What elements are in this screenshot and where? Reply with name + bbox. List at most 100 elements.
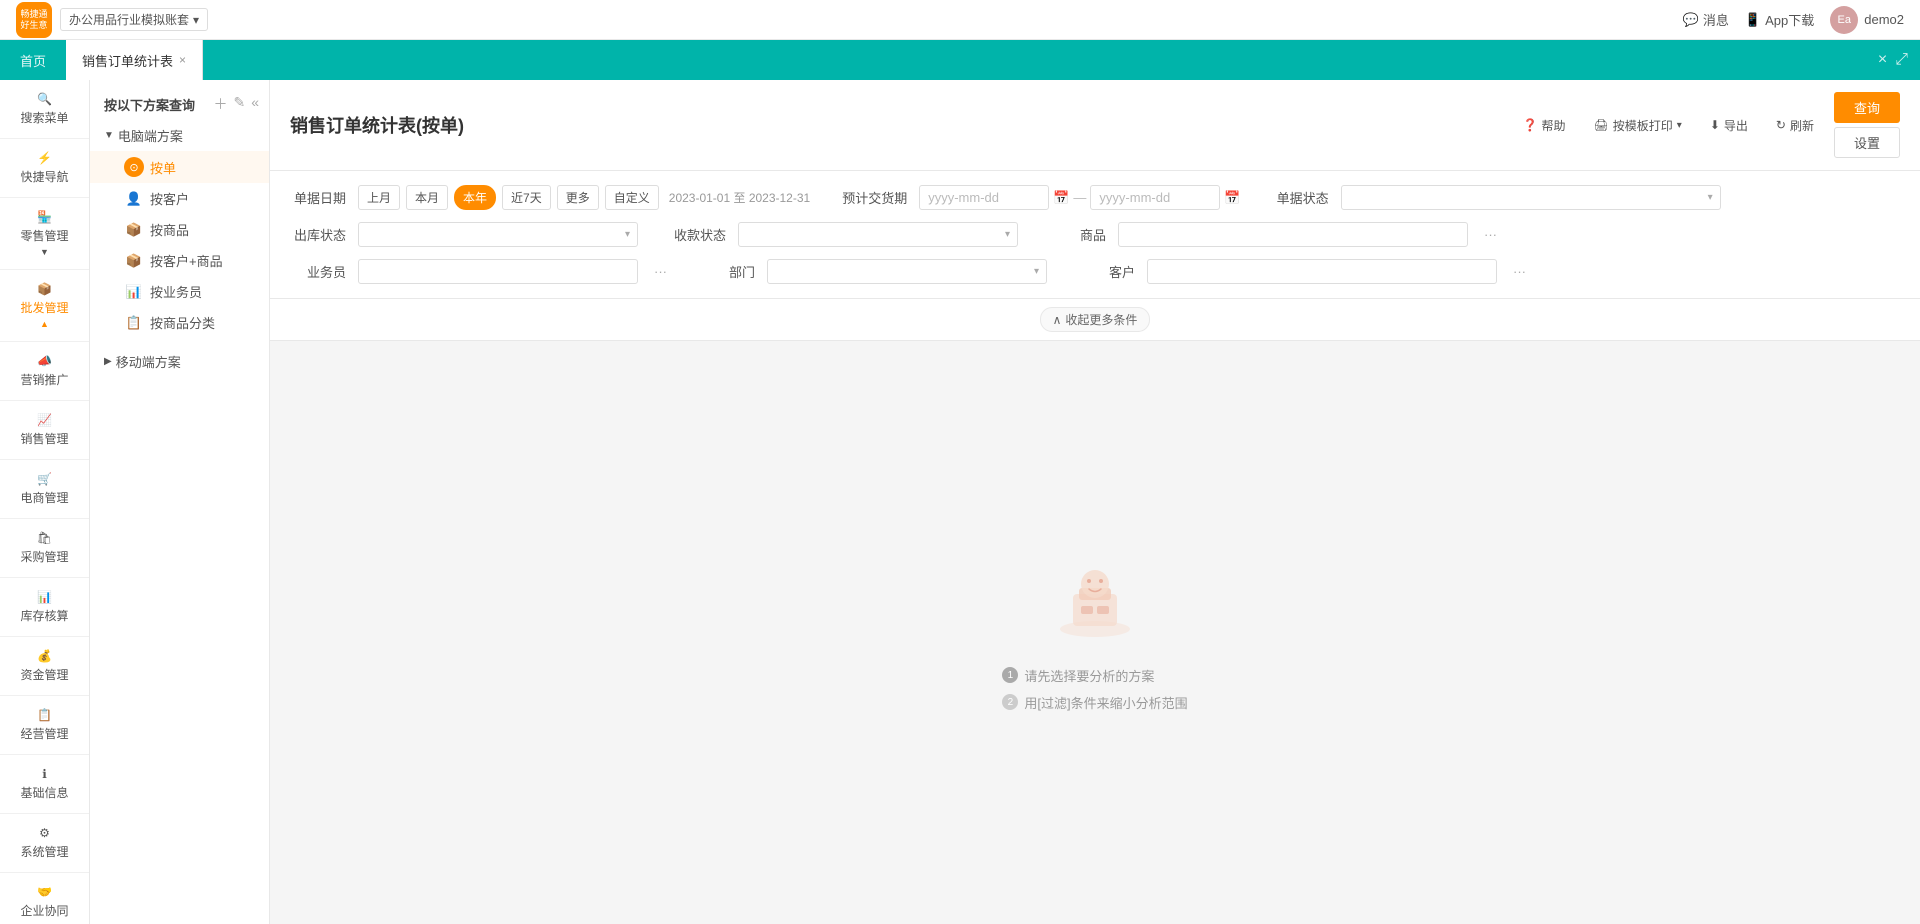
customer-more-icon[interactable]: ··· — [1513, 264, 1526, 279]
sidebar-item-system[interactable]: ⚙ 系统管理 — [0, 814, 89, 873]
salesman-scheme-icon: 📊 — [124, 284, 144, 300]
collapse-row: ∧ 收起更多条件 — [270, 299, 1920, 341]
purchase-label: 采购管理 — [20, 548, 68, 565]
left-panel-icons: ＋ ✎ « — [213, 94, 259, 114]
filter-area: 单据日期 上月 本月 本年 近7天 更多 自定义 2023-01-01 至 20… — [270, 171, 1920, 299]
help-icon: ❓ — [1523, 118, 1538, 132]
message-icon: 💬 — [1683, 12, 1699, 28]
tree-expand-icon: ▼ — [104, 130, 114, 141]
wholesale-label: 批发管理 — [20, 299, 68, 316]
date-filter-label: 单据日期 — [290, 188, 346, 207]
help-btn[interactable]: ❓ 帮助 — [1515, 113, 1574, 138]
help-label: 帮助 — [1542, 117, 1566, 134]
salesman-more-icon[interactable]: ··· — [654, 264, 667, 279]
status-select[interactable] — [1341, 185, 1721, 210]
add-scheme-icon[interactable]: ＋ — [213, 94, 227, 114]
sidebar-item-retail[interactable]: 🏪 零售管理 ▼ — [0, 198, 89, 270]
expected-date-start[interactable] — [919, 185, 1049, 210]
app-download-btn[interactable]: 📱 App下载 — [1745, 10, 1814, 29]
goods-more-icon[interactable]: ··· — [1484, 227, 1497, 242]
date-custom-btn[interactable]: 自定义 — [605, 185, 659, 210]
tab-sales-order[interactable]: 销售订单统计表 × — [66, 40, 203, 80]
window-expand-icon[interactable]: ⤢ — [1895, 51, 1908, 69]
tree-mobile-section[interactable]: ▶ 移动端方案 — [90, 346, 269, 377]
collapse-btn-label: 收起更多条件 — [1065, 311, 1137, 328]
date-7days-btn[interactable]: 近7天 — [502, 185, 551, 210]
sidebar-item-purchase[interactable]: 🛍 采购管理 — [0, 519, 89, 578]
ship-status-select[interactable] — [358, 222, 638, 247]
ship-status-label: 出库状态 — [290, 225, 346, 244]
operations-label: 经营管理 — [20, 725, 68, 742]
export-btn[interactable]: ⬇ 导出 — [1702, 113, 1756, 138]
sidebar-item-inventory[interactable]: 📊 库存核算 — [0, 578, 89, 637]
logo-text: 畅捷通 好生意 — [20, 9, 47, 31]
customer-input[interactable] — [1147, 259, 1497, 284]
dept-select[interactable] — [767, 259, 1047, 284]
print-btn[interactable]: 🖨 按模板打印 ▾ — [1586, 113, 1690, 138]
refresh-icon: ↻ — [1776, 118, 1786, 132]
receive-status-select[interactable] — [738, 222, 1018, 247]
sidebar-item-ecommerce[interactable]: 🛒 电商管理 — [0, 460, 89, 519]
export-icon: ⬇ — [1710, 118, 1720, 132]
edit-scheme-icon[interactable]: ✎ — [233, 94, 245, 114]
goods-input[interactable] — [1118, 222, 1468, 247]
collapse-arrow-icon: ∧ — [1053, 313, 1062, 327]
app-switcher[interactable]: 办公用品行业模拟账套 ▾ — [60, 8, 208, 31]
tip-num-2: 2 — [1002, 694, 1018, 710]
sidebar-item-search[interactable]: 🔍 搜索菜单 — [0, 80, 89, 139]
retail-arrow-icon: ▼ — [40, 247, 49, 257]
collapse-button[interactable]: ∧ 收起更多条件 — [1040, 307, 1151, 332]
tree-item-by-category[interactable]: 📋 按商品分类 — [90, 307, 269, 338]
date-this-year-btn[interactable]: 本年 — [454, 185, 496, 210]
date-cal-start-icon[interactable]: 📅 — [1053, 190, 1069, 206]
tree-item-label-3: 按客户+商品 — [150, 251, 223, 270]
date-cal-end-icon[interactable]: 📅 — [1224, 190, 1240, 206]
sidebar-item-wholesale[interactable]: 📦 批发管理 ▲ — [0, 270, 89, 342]
tree-item-by-salesman[interactable]: 📊 按业务员 — [90, 276, 269, 307]
sidebar-item-sales[interactable]: 📈 销售管理 — [0, 401, 89, 460]
tree-item-label-0: 按单 — [150, 158, 176, 177]
tree-pc-section[interactable]: ▼ 电脑端方案 — [90, 120, 269, 151]
tab-close-icon[interactable]: × — [179, 53, 186, 67]
basic-icon: ℹ — [42, 767, 47, 781]
settings-button[interactable]: 设置 — [1834, 127, 1900, 158]
tree-item-label-4: 按业务员 — [150, 282, 202, 301]
tab-window-actions: × ⤢ — [1866, 40, 1920, 80]
tip-text-1: 请先选择要分析的方案 — [1024, 666, 1154, 685]
tree-item-label-5: 按商品分类 — [150, 313, 215, 332]
user-profile[interactable]: Ea demo2 — [1830, 6, 1904, 34]
tree-item-by-customer[interactable]: 👤 按客户 — [90, 183, 269, 214]
sidebar-item-basic[interactable]: ℹ 基础信息 — [0, 755, 89, 814]
left-panel-header: 按以下方案查询 ＋ ✎ « — [90, 88, 269, 120]
sidebar-item-marketing[interactable]: 📣 营销推广 — [0, 342, 89, 401]
expected-date-end[interactable] — [1090, 185, 1220, 210]
tree-item-by-order[interactable]: ⊙ 按单 — [90, 151, 269, 183]
sales-icon: 📈 — [37, 413, 52, 427]
collab-label: 企业协同 — [20, 902, 68, 919]
refresh-btn[interactable]: ↻ 刷新 — [1768, 113, 1822, 138]
marketing-icon: 📣 — [37, 354, 52, 368]
message-btn[interactable]: 💬 消息 — [1683, 10, 1729, 29]
window-close-icon[interactable]: × — [1878, 51, 1887, 69]
expected-date-group: 📅 — 📅 — [919, 185, 1240, 210]
date-more-btn[interactable]: 更多 — [557, 185, 599, 210]
operations-icon: 📋 — [37, 708, 52, 722]
sidebar-item-collab[interactable]: 🤝 企业协同 — [0, 873, 89, 924]
query-button[interactable]: 查询 — [1834, 92, 1900, 123]
salesman-input[interactable] — [358, 259, 638, 284]
tree-item-label-2: 按商品 — [150, 220, 189, 239]
top-bar-right: 💬 消息 📱 App下载 Ea demo2 — [1683, 6, 1904, 34]
tree-item-by-customer-goods[interactable]: 📦 按客户+商品 — [90, 245, 269, 276]
inventory-icon: 📊 — [37, 590, 52, 604]
sidebar-item-operations[interactable]: 📋 经营管理 — [0, 696, 89, 755]
tab-home[interactable]: 首页 — [0, 40, 66, 80]
goods-filter-label: 商品 — [1050, 225, 1106, 244]
tree-item-by-goods[interactable]: 📦 按商品 — [90, 214, 269, 245]
sidebar-item-quicknav[interactable]: ⚡ 快捷导航 — [0, 139, 89, 198]
date-this-month-btn[interactable]: 本月 — [406, 185, 448, 210]
content-area: 按以下方案查询 ＋ ✎ « ▼ 电脑端方案 ⊙ 按单 👤 按客 — [90, 80, 1920, 924]
collapse-panel-icon[interactable]: « — [251, 94, 259, 114]
receive-select-wrap: ▾ — [738, 222, 1018, 247]
date-last-month-btn[interactable]: 上月 — [358, 185, 400, 210]
sidebar-item-finance[interactable]: 💰 资金管理 — [0, 637, 89, 696]
